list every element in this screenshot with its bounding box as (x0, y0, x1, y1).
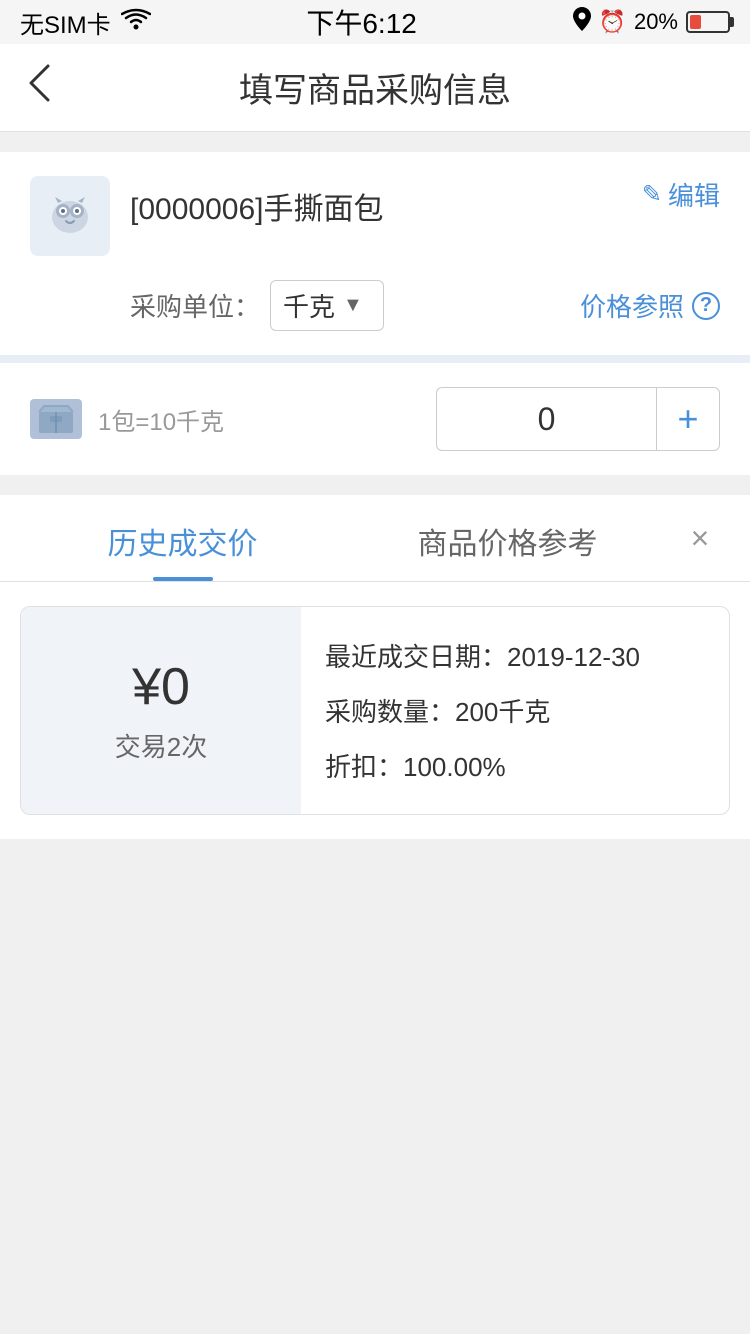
edit-label: 编辑 (668, 176, 720, 213)
battery-percent: 20% (634, 9, 678, 35)
purchase-unit-row: 采购单位： 千克 ▼ 价格参照 ? (30, 280, 720, 331)
tab-section: 历史成交价 商品价格参考 × ¥0 交易2次 最近成交日期：2019-12-30… (0, 495, 750, 839)
page-title: 填写商品采购信息 (239, 63, 511, 112)
purchase-qty-label: 采购数量： (325, 697, 455, 727)
unit-select[interactable]: 千克 ▼ (270, 280, 384, 331)
price-value: 0 (161, 658, 190, 716)
tab-close-button[interactable]: × (670, 508, 730, 568)
alarm-icon: ⏰ (599, 9, 626, 35)
history-price-card: ¥0 交易2次 最近成交日期：2019-12-30 采购数量：200千克 折扣：… (20, 606, 730, 815)
status-right: ⏰ 20% (573, 7, 730, 37)
history-price-details: 最近成交日期：2019-12-30 采购数量：200千克 折扣：100.00% (301, 607, 729, 814)
wifi-icon (121, 8, 151, 37)
currency-symbol: ¥ (132, 658, 161, 716)
product-thumbnail (30, 176, 110, 256)
owl-logo-icon (44, 187, 96, 245)
package-icon (30, 399, 82, 439)
purchase-qty-value: 200千克 (455, 697, 550, 727)
nav-bar: 填写商品采购信息 (0, 44, 750, 132)
trade-count: 交易2次 (115, 727, 207, 764)
tab-active-indicator (153, 577, 213, 581)
unit-dropdown-arrow-icon: ▼ (343, 294, 363, 317)
discount-label: 折扣： (325, 752, 403, 782)
price-ref-help-icon: ? (692, 292, 720, 320)
tab-product-price-ref-label: 商品价格参考 (418, 528, 598, 561)
package-ratio-label: 1包=10千克 (98, 402, 224, 437)
edit-button[interactable]: ✎ 编辑 (642, 176, 720, 213)
quantity-left: 1包=10千克 (30, 399, 224, 439)
back-button[interactable] (28, 64, 50, 111)
history-card-area: ¥0 交易2次 最近成交日期：2019-12-30 采购数量：200千克 折扣：… (0, 582, 750, 839)
quantity-input[interactable]: 0 (436, 387, 656, 451)
product-left: [0000006]手撕面包 (30, 176, 383, 256)
product-card: [0000006]手撕面包 ✎ 编辑 采购单位： 千克 ▼ 价格参照 ? (0, 152, 750, 355)
edit-icon: ✎ (642, 180, 662, 209)
carrier-text: 无SIM卡 (20, 5, 111, 40)
unit-label: 采购单位： (130, 287, 260, 324)
tab-bar: 历史成交价 商品价格参考 × (0, 495, 750, 582)
recent-date-value: 2019-12-30 (507, 642, 640, 672)
unit-value: 千克 (283, 287, 335, 324)
battery-icon (686, 11, 730, 33)
tab-history-price-label: 历史成交价 (108, 528, 258, 561)
quantity-section: 1包=10千克 0 + (0, 355, 750, 475)
status-time: 下午6:12 (306, 2, 417, 42)
tab-history-price[interactable]: 历史成交价 (20, 495, 345, 581)
history-price-summary: ¥0 交易2次 (21, 607, 301, 814)
quantity-control: 0 + (436, 387, 720, 451)
discount-value: 100.00% (403, 752, 506, 782)
price-ref-label: 价格参照 (580, 287, 684, 324)
discount-row: 折扣：100.00% (325, 747, 705, 784)
purchase-qty-row: 采购数量：200千克 (325, 692, 705, 729)
price-amount: ¥0 (132, 657, 190, 717)
quantity-plus-button[interactable]: + (656, 387, 720, 451)
product-header: [0000006]手撕面包 ✎ 编辑 (30, 176, 720, 256)
product-name: [0000006]手撕面包 (130, 176, 383, 228)
recent-date-label: 最近成交日期： (325, 642, 507, 672)
price-reference-button[interactable]: 价格参照 ? (580, 287, 720, 324)
status-bar: 无SIM卡 下午6:12 ⏰ 20% (0, 0, 750, 44)
status-left: 无SIM卡 (20, 5, 151, 40)
tab-product-price-ref[interactable]: 商品价格参考 (345, 495, 670, 581)
recent-date-row: 最近成交日期：2019-12-30 (325, 637, 705, 674)
location-icon (573, 7, 591, 37)
